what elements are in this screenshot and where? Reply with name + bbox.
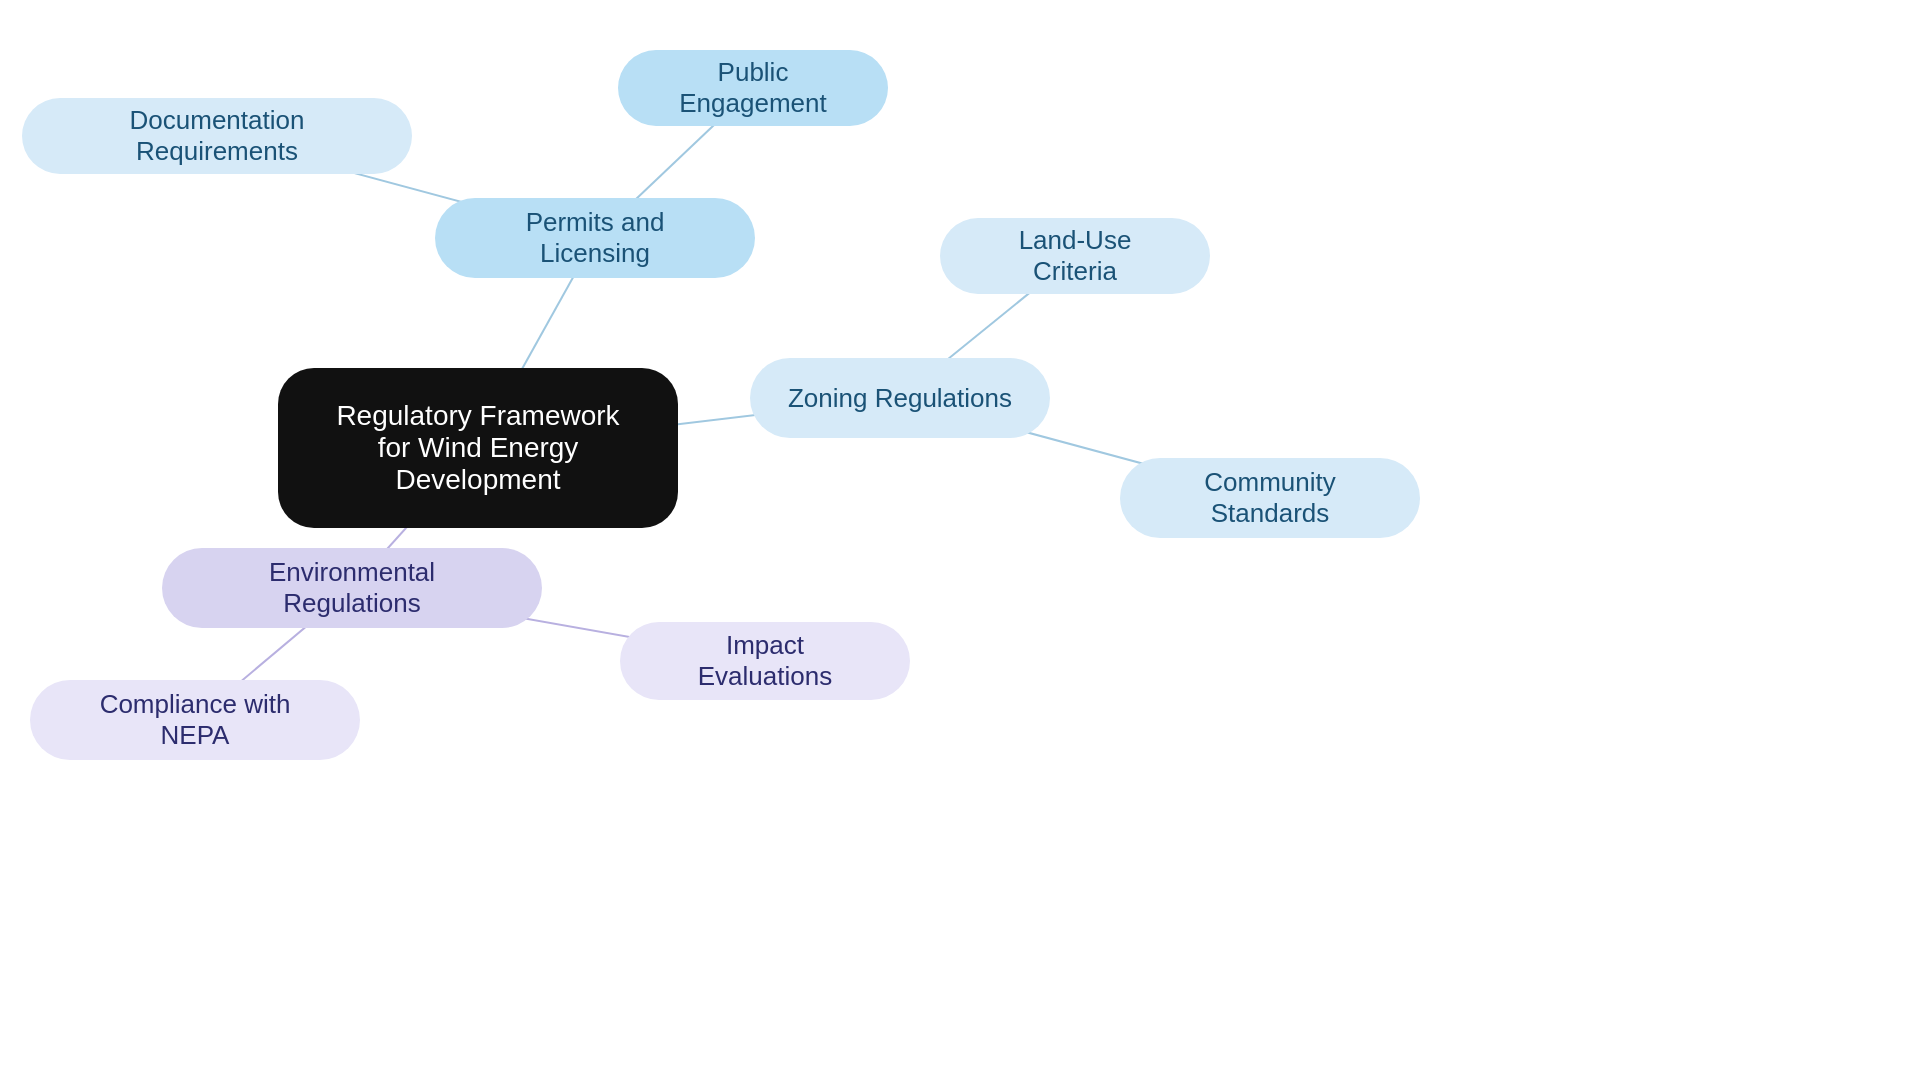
impact-evals-node[interactable]: Impact Evaluations [620, 622, 910, 700]
documentation-reqs-label: Documentation Requirements [58, 105, 376, 167]
center-label: Regulatory Framework for Wind Energy Dev… [318, 400, 638, 496]
center-node[interactable]: Regulatory Framework for Wind Energy Dev… [278, 368, 678, 528]
impact-evals-label: Impact Evaluations [656, 630, 874, 692]
compliance-nepa-node[interactable]: Compliance with NEPA [30, 680, 360, 760]
community-standards-label: Community Standards [1156, 467, 1384, 529]
permits-label: Permits and Licensing [471, 207, 719, 269]
environmental-regs-node[interactable]: Environmental Regulations [162, 548, 542, 628]
documentation-reqs-node[interactable]: Documentation Requirements [22, 98, 412, 174]
community-standards-node[interactable]: Community Standards [1120, 458, 1420, 538]
zoning-regs-label: Zoning Regulations [788, 383, 1012, 414]
land-use-criteria-label: Land-Use Criteria [976, 225, 1174, 287]
zoning-regs-node[interactable]: Zoning Regulations [750, 358, 1050, 438]
land-use-criteria-node[interactable]: Land-Use Criteria [940, 218, 1210, 294]
environmental-regs-label: Environmental Regulations [198, 557, 506, 619]
public-engagement-label: Public Engagement [654, 57, 852, 119]
compliance-nepa-label: Compliance with NEPA [66, 689, 324, 751]
permits-node[interactable]: Permits and Licensing [435, 198, 755, 278]
public-engagement-node[interactable]: Public Engagement [618, 50, 888, 126]
